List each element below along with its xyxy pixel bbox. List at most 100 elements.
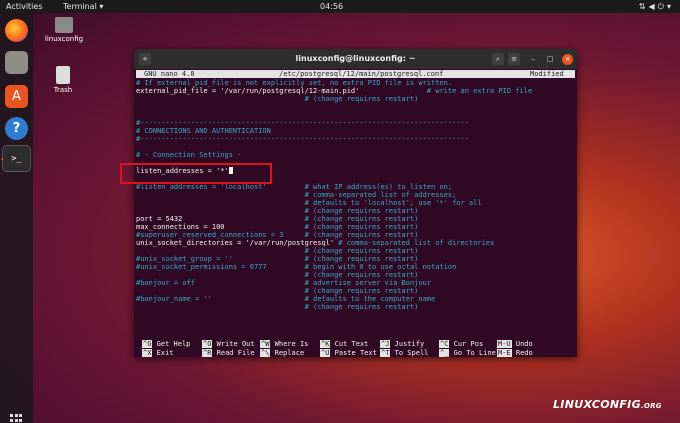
editor-line-comment: # (change requires restart) xyxy=(224,223,419,232)
window-titlebar[interactable]: + linuxconfig@linuxconfig: ~ ⌕ ≡ – □ × xyxy=(134,49,577,69)
shortcut-item: M-E Redo xyxy=(497,349,533,357)
terminal-window[interactable]: + linuxconfig@linuxconfig: ~ ⌕ ≡ – □ × G… xyxy=(134,49,577,357)
editor-line[interactable]: #unix_socket_permissions = 0777 # begin … xyxy=(136,263,575,271)
editor-line-comment: # (change requires restart) xyxy=(136,303,419,312)
editor-line[interactable]: port = 5432 # (change requires restart) xyxy=(136,215,575,223)
shortcut-key: M-E xyxy=(497,349,512,357)
close-icon[interactable]: × xyxy=(562,54,573,65)
shortcut-label: Exit xyxy=(152,349,174,357)
shortcut-key: ^G xyxy=(142,340,153,348)
editor-line[interactable]: #superuser_reserved_connections = 3 # (c… xyxy=(136,231,575,239)
editor-line[interactable]: # CONNECTIONS AND AUTHENTICATION xyxy=(136,127,575,135)
editor-line[interactable]: # (change requires restart) xyxy=(136,95,575,103)
home-folder-icon xyxy=(55,17,73,33)
editor-line[interactable]: # defaults to 'localhost'; use '*' for a… xyxy=(136,199,575,207)
editor-line[interactable]: #bonjour = off # advertise server via Bo… xyxy=(136,279,575,287)
shortcut-key: ^U xyxy=(320,349,331,357)
editor-text-area[interactable]: # If external_pid_file is not explicitly… xyxy=(136,79,575,311)
editor-line[interactable]: #---------------------------------------… xyxy=(136,135,575,143)
editor-line-text: #unix_socket_group = '' xyxy=(136,255,233,264)
editor-line[interactable] xyxy=(136,103,575,111)
shortcut-label: To Spell xyxy=(390,349,429,357)
editor-line-comment: # comma-separated list of addresses; xyxy=(136,191,457,200)
nano-header: GNU nano 4.8 /etc/postgresql/12/main/pos… xyxy=(136,70,575,78)
editor-line[interactable]: # comma-separated list of addresses; xyxy=(136,191,575,199)
shortcut-label: Where Is xyxy=(270,340,309,348)
editor-line-text: external_pid_file = '/var/run/postgresql… xyxy=(136,87,360,96)
file-path: /etc/postgresql/12/main/postgresql.conf xyxy=(279,70,444,78)
editor-line-comment: # advertise server via Bonjour xyxy=(195,279,432,288)
hamburger-menu-icon[interactable]: ≡ xyxy=(508,53,520,65)
shortcut-key: ^J xyxy=(380,340,391,348)
editor-line-text: #bonjour = off xyxy=(136,279,196,288)
shortcut-item: ^T To Spell xyxy=(380,349,428,357)
editor-line[interactable]: max_connections = 100 # (change requires… xyxy=(136,223,575,231)
modified-status: Modified xyxy=(530,70,564,78)
editor-line-comment: # (change requires restart) xyxy=(182,215,419,224)
minimize-icon[interactable]: – xyxy=(527,53,539,65)
editor-line[interactable]: #bonjour_name = '' # defaults to the com… xyxy=(136,295,575,303)
editor-line-comment: # defaults to the computer name xyxy=(211,295,436,304)
nano-version: GNU nano 4.8 xyxy=(144,70,195,78)
dock: A ? >_ xyxy=(0,13,33,423)
software-icon[interactable]: A xyxy=(5,85,28,108)
editor-line[interactable]: unix_socket_directories = '/var/run/post… xyxy=(136,239,575,247)
desktop-trash-label: Trash xyxy=(53,86,73,94)
shortcut-key: ^K xyxy=(320,340,331,348)
network-icon: ⇅ xyxy=(638,2,649,11)
editor-line[interactable]: #unix_socket_group = '' # (change requir… xyxy=(136,255,575,263)
shortcut-key: ^O xyxy=(202,340,213,348)
editor-line[interactable]: # (change requires restart) xyxy=(136,287,575,295)
editor-line-comment: # (change requires restart) xyxy=(136,247,419,256)
desktop-home-folder[interactable]: linuxconfig xyxy=(44,17,84,43)
editor-line-comment: # (change requires restart) xyxy=(136,271,419,280)
shortcut-label: Redo xyxy=(511,349,533,357)
firefox-icon[interactable] xyxy=(5,19,28,42)
shortcut-label: Justify xyxy=(390,340,425,348)
editor-line[interactable]: # (change requires restart) xyxy=(136,303,575,311)
shortcut-key: ^X xyxy=(142,349,153,357)
maximize-icon[interactable]: □ xyxy=(544,53,556,65)
editor-line-comment: # (change requires restart) xyxy=(136,287,419,296)
editor-line[interactable]: # - Connection Settings - xyxy=(136,151,575,159)
editor-line[interactable]: #listen_addresses = 'localhost' # what I… xyxy=(136,183,575,191)
shortcut-key: ^C xyxy=(439,340,450,348)
show-applications-icon[interactable] xyxy=(10,414,22,423)
shortcut-key: M-U xyxy=(497,340,512,348)
editor-line-text: #bonjour_name = '' xyxy=(136,295,212,304)
editor-line-text: #superuser_reserved_connections = 3 xyxy=(136,231,284,240)
watermark-suffix: .ORG xyxy=(640,402,662,410)
system-tray[interactable]: ⇅◀⏻▾ xyxy=(639,0,674,13)
app-menu[interactable]: Terminal ▾ xyxy=(63,0,103,13)
editor-line-text: #---------------------------------------… xyxy=(136,119,469,128)
editor-line[interactable]: #---------------------------------------… xyxy=(136,119,575,127)
shortcut-item: ^C Cur Pos xyxy=(439,340,483,349)
editor-line[interactable] xyxy=(136,143,575,151)
editor-line-comment: # (change requires restart) xyxy=(136,95,419,104)
editor-line-text: # If external_pid_file is not explicitly… xyxy=(136,79,453,87)
shortcut-item: ^J Justify xyxy=(380,340,424,349)
editor-line[interactable]: # (change requires restart) xyxy=(136,271,575,279)
terminal-icon[interactable]: >_ xyxy=(2,145,31,172)
editor-line-text: #unix_socket_permissions = 0777 xyxy=(136,263,267,272)
help-icon[interactable]: ? xyxy=(5,117,28,140)
desktop-home-label: linuxconfig xyxy=(44,35,84,43)
editor-line-comment: # defaults to 'localhost'; use '*' for a… xyxy=(136,199,482,208)
editor-line[interactable]: # (change requires restart) xyxy=(136,207,575,215)
search-icon[interactable]: ⌕ xyxy=(492,53,504,65)
editor-line[interactable]: # If external_pid_file is not explicitly… xyxy=(136,79,575,87)
shortcut-key: ^R xyxy=(202,349,213,357)
clock[interactable]: 04:56 xyxy=(320,0,343,13)
editor-line-comment: # (change requires restart) xyxy=(283,231,419,240)
activities-button[interactable]: Activities xyxy=(6,0,43,13)
editor-line-text: unix_socket_directories = '/var/run/post… xyxy=(136,239,335,248)
shortcut-item: ^K Cut Text xyxy=(320,340,368,349)
editor-line[interactable]: # (change requires restart) xyxy=(136,247,575,255)
shortcut-item: ^U Paste Text xyxy=(320,349,377,357)
editor-line[interactable]: external_pid_file = '/var/run/postgresql… xyxy=(136,87,575,95)
editor-line[interactable] xyxy=(136,111,575,119)
shortcut-label: Replace xyxy=(270,349,305,357)
files-icon[interactable] xyxy=(5,51,28,74)
watermark-main: LINUXCONFIG xyxy=(553,398,641,411)
desktop-trash[interactable]: Trash xyxy=(43,66,83,94)
